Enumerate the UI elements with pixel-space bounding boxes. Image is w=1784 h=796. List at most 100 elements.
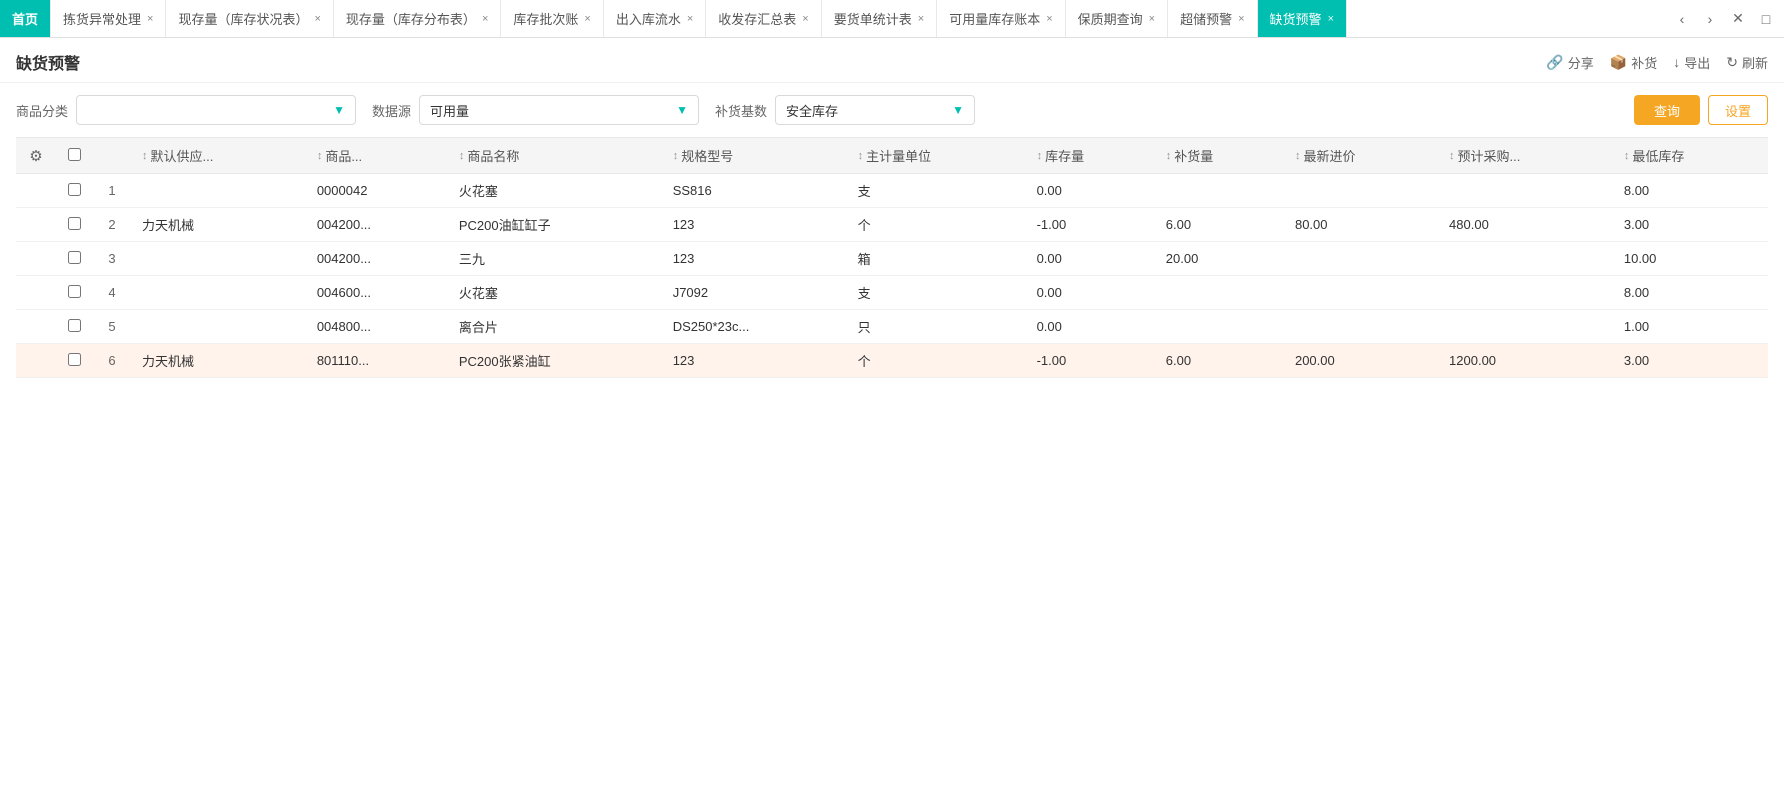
nav-tab-abnormal[interactable]: 拣货异常处理×: [51, 0, 166, 37]
row-supplier-4: [132, 310, 307, 344]
row-checkbox-3[interactable]: [68, 285, 81, 298]
nav-prev-button[interactable]: ‹: [1668, 5, 1696, 33]
nav-tab-home[interactable]: 首页: [0, 0, 51, 37]
nav-tab-requisition[interactable]: 要货单统计表×: [822, 0, 937, 37]
refresh-button[interactable]: ↻ 刷新: [1726, 53, 1768, 72]
row-goods-name-2: 三九: [449, 242, 663, 276]
row-unit-2: 箱: [848, 242, 1027, 276]
row-replenish-3: [1156, 276, 1285, 310]
col-spec-sort-icon: ↕: [673, 150, 679, 162]
row-num-0: 1: [92, 174, 132, 208]
nav-tab-inout-flow[interactable]: 出入库流水×: [604, 0, 706, 37]
nav-tab-close-available-ledger[interactable]: ×: [1046, 13, 1052, 25]
header-actions: 🔗 分享 📦 补货 ↓ 导出 ↻ 刷新: [1546, 53, 1768, 72]
replenish-select[interactable]: 安全库存 ▼: [775, 95, 975, 125]
row-settings-5: [16, 344, 56, 378]
row-min-stock-0: 8.00: [1614, 174, 1768, 208]
row-replenish-0: [1156, 174, 1285, 208]
row-cb-1: [56, 208, 92, 242]
nav-tab-inventory-dist[interactable]: 现存量（库存分布表）×: [334, 0, 501, 37]
nav-tab-expiry-query[interactable]: 保质期查询×: [1066, 0, 1168, 37]
nav-tab-close-requisition[interactable]: ×: [918, 13, 924, 25]
row-spec-4: DS250*23c...: [663, 310, 848, 344]
row-latest-price-2: [1285, 242, 1439, 276]
col-goods-id-sort-icon: ↕: [317, 150, 323, 162]
query-button[interactable]: 查询: [1634, 95, 1700, 125]
nav-tab-close-inout-flow[interactable]: ×: [687, 13, 693, 25]
nav-tab-close-receipt-summary[interactable]: ×: [802, 13, 808, 25]
col-goods-id[interactable]: ↕ 商品...: [307, 138, 449, 174]
nav-tab-overstock[interactable]: 超储预警×: [1168, 0, 1257, 37]
category-select[interactable]: ▼: [76, 95, 356, 125]
nav-tab-close-abnormal[interactable]: ×: [147, 13, 153, 25]
row-unit-5: 个: [848, 344, 1027, 378]
col-replenish[interactable]: ↕ 补货量: [1156, 138, 1285, 174]
col-supplier[interactable]: ↕ 默认供应...: [132, 138, 307, 174]
row-checkbox-2[interactable]: [68, 251, 81, 264]
row-est-purchase-0: [1439, 174, 1614, 208]
row-cb-2: [56, 242, 92, 276]
nav-tab-inventory-status[interactable]: 现存量（库存状况表）×: [166, 0, 333, 37]
datasource-label: 数据源: [372, 101, 411, 120]
col-stock[interactable]: ↕ 库存量: [1027, 138, 1156, 174]
col-goods-name[interactable]: ↕ 商品名称: [449, 138, 663, 174]
nav-tab-close-batch-account[interactable]: ×: [584, 13, 590, 25]
nav-close-button[interactable]: ✕: [1724, 5, 1752, 33]
row-checkbox-4[interactable]: [68, 319, 81, 332]
nav-tab-close-shortage[interactable]: ×: [1328, 13, 1334, 25]
export-icon: ↓: [1673, 54, 1680, 70]
nav-next-button[interactable]: ›: [1696, 5, 1724, 33]
table-row: 5 004800... 离合片 DS250*23c... 只 0.00 1.00: [16, 310, 1768, 344]
share-icon: 🔗: [1546, 54, 1563, 71]
nav-tab-shortage[interactable]: 缺货预警×: [1258, 0, 1347, 37]
row-settings-2: [16, 242, 56, 276]
page-title: 缺货预警: [16, 50, 80, 74]
share-button[interactable]: 🔗 分享: [1546, 53, 1593, 72]
row-spec-5: 123: [663, 344, 848, 378]
row-checkbox-1[interactable]: [68, 217, 81, 230]
category-label: 商品分类: [16, 101, 68, 120]
col-stock-sort-icon: ↕: [1037, 150, 1043, 162]
filter-right-actions: 查询 设置: [1634, 95, 1768, 125]
row-min-stock-2: 10.00: [1614, 242, 1768, 276]
row-checkbox-0[interactable]: [68, 183, 81, 196]
row-stock-2: 0.00: [1027, 242, 1156, 276]
col-unit[interactable]: ↕ 主计量单位: [848, 138, 1027, 174]
nav-tab-close-overstock[interactable]: ×: [1238, 13, 1244, 25]
table-row: 4 004600... 火花塞 J7092 支 0.00 8.00: [16, 276, 1768, 310]
nav-tab-batch-account[interactable]: 库存批次账×: [501, 0, 603, 37]
row-stock-5: -1.00: [1027, 344, 1156, 378]
row-goods-id-2: 004200...: [307, 242, 449, 276]
nav-tab-receipt-summary[interactable]: 收发存汇总表×: [706, 0, 821, 37]
row-replenish-5: 6.00: [1156, 344, 1285, 378]
table-container: ⚙ ↕ 默认供应... ↕ 商: [0, 137, 1784, 394]
row-goods-name-1: PC200油缸缸子: [449, 208, 663, 242]
supplement-icon: 📦: [1610, 54, 1627, 71]
datasource-filter-group: 数据源 可用量 ▼: [372, 95, 699, 125]
select-all-checkbox[interactable]: [68, 148, 81, 161]
col-spec[interactable]: ↕ 规格型号: [663, 138, 848, 174]
col-goods-name-sort-icon: ↕: [459, 150, 465, 162]
nav-restore-button[interactable]: □: [1752, 5, 1780, 33]
nav-tab-available-ledger[interactable]: 可用量库存账本×: [937, 0, 1065, 37]
export-button[interactable]: ↓ 导出: [1673, 53, 1710, 72]
col-latest-price[interactable]: ↕ 最新进价: [1285, 138, 1439, 174]
col-unit-sort-icon: ↕: [858, 150, 864, 162]
table-row: 3 004200... 三九 123 箱 0.00 20.00 10.00: [16, 242, 1768, 276]
settings-button[interactable]: 设置: [1708, 95, 1768, 125]
nav-tab-close-inventory-status[interactable]: ×: [314, 13, 320, 25]
nav-tab-close-inventory-dist[interactable]: ×: [482, 13, 488, 25]
col-supplier-sort-icon: ↕: [142, 150, 148, 162]
datasource-select[interactable]: 可用量 ▼: [419, 95, 699, 125]
col-min-stock[interactable]: ↕ 最低库存: [1614, 138, 1768, 174]
col-min-stock-sort-icon: ↕: [1624, 150, 1630, 162]
category-filter-group: 商品分类 ▼: [16, 95, 356, 125]
col-latest-price-sort-icon: ↕: [1295, 150, 1301, 162]
row-checkbox-5[interactable]: [68, 353, 81, 366]
supplement-button[interactable]: 📦 补货: [1610, 53, 1657, 72]
category-select-arrow-icon: ▼: [333, 103, 345, 117]
nav-tab-close-expiry-query[interactable]: ×: [1149, 13, 1155, 25]
row-est-purchase-3: [1439, 276, 1614, 310]
gear-icon[interactable]: ⚙: [29, 148, 42, 165]
col-est-purchase[interactable]: ↕ 预计采购...: [1439, 138, 1614, 174]
